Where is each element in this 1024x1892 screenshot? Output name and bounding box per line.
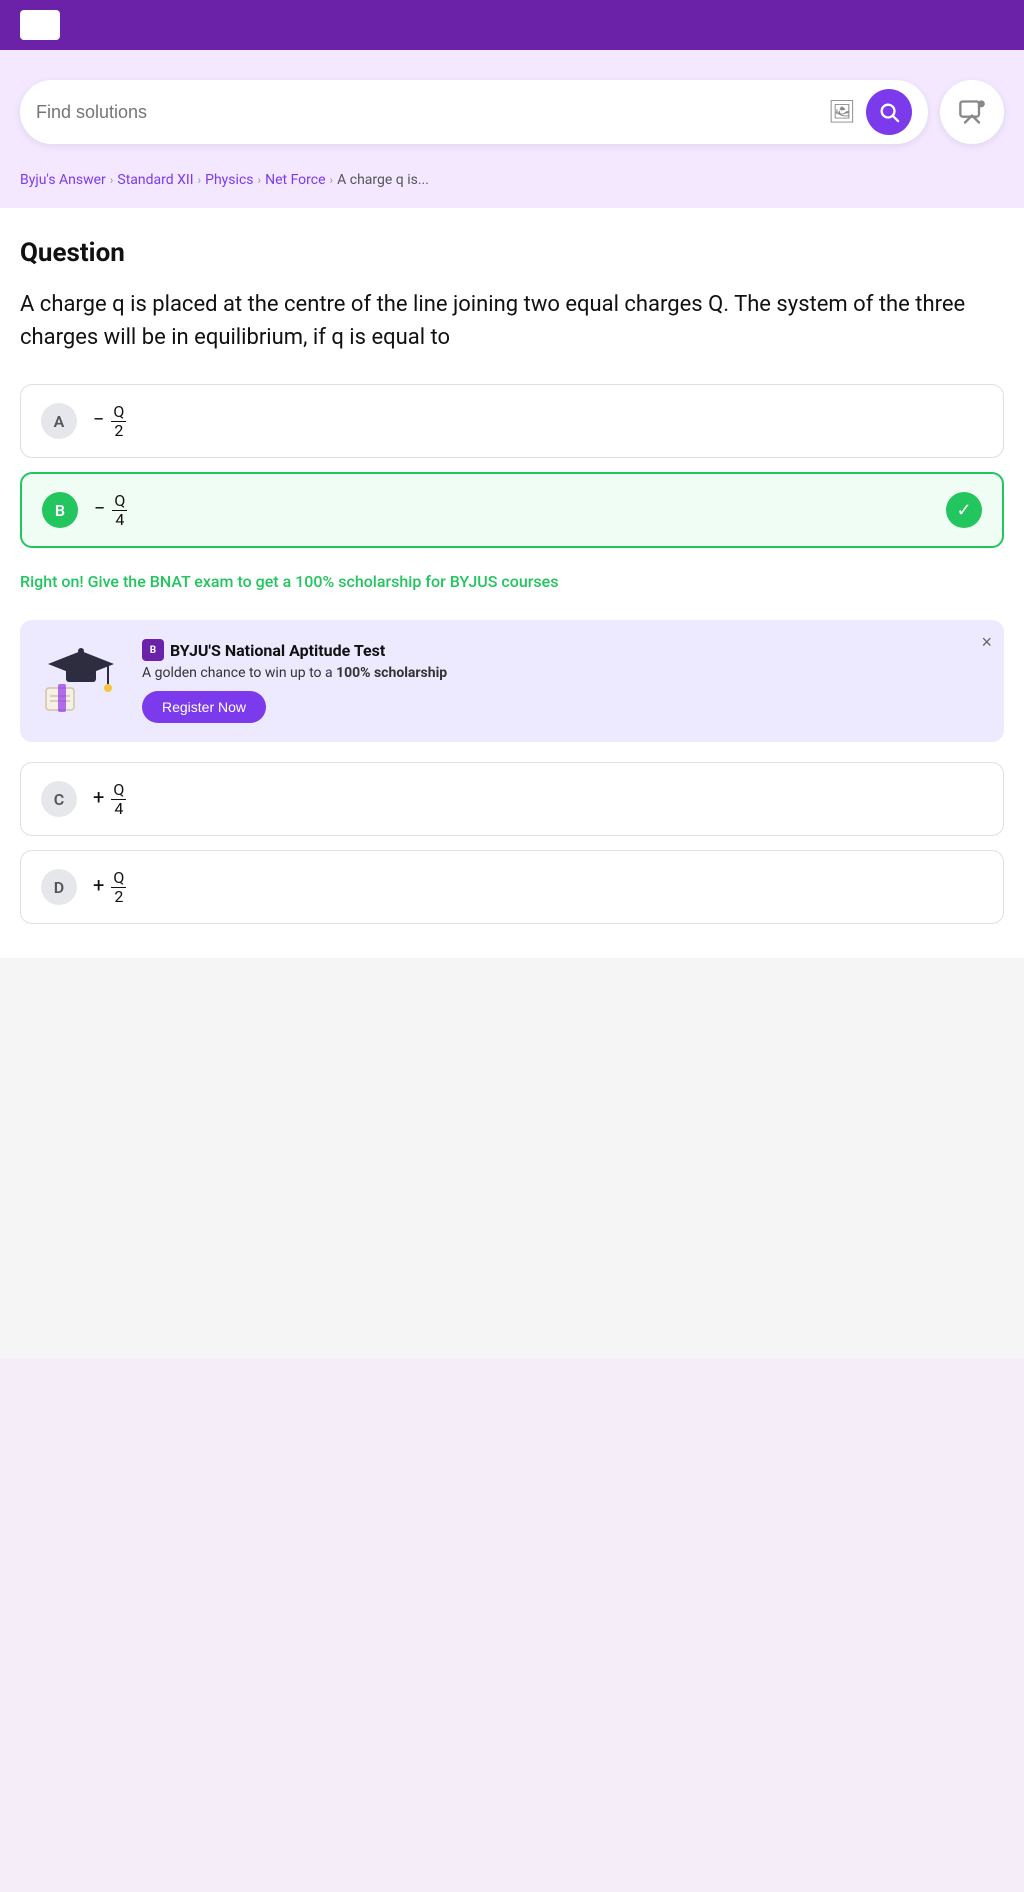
option-a[interactable]: A − Q 2 (20, 384, 1004, 458)
options-list: A − Q 2 B − Q 4 ✓ Right on! Give the (20, 384, 1004, 938)
option-c-text: + Q 4 (93, 782, 983, 817)
breadcrumb-standard[interactable]: Standard XII (117, 172, 193, 188)
main-content: Question A charge q is placed at the cen… (0, 208, 1024, 958)
option-b-badge: B (42, 492, 78, 528)
breadcrumb-netforce[interactable]: Net Force (265, 172, 325, 188)
option-d-text: + Q 2 (93, 870, 983, 905)
breadcrumb-sep-2: › (198, 173, 202, 187)
header-logo (20, 10, 60, 40)
bnat-title: B BYJU'S National Aptitude Test (142, 639, 988, 661)
search-input[interactable] (36, 102, 828, 123)
breadcrumb-sep-1: › (110, 173, 114, 187)
bnat-banner: B BYJU'S National Aptitude Test A golden… (20, 620, 1004, 742)
bnat-title-text: BYJU'S National Aptitude Test (170, 641, 385, 660)
bnat-close-button[interactable]: × (981, 632, 992, 653)
bnat-subtitle-highlight: 100% scholarship (336, 665, 447, 681)
option-d[interactable]: D + Q 2 (20, 850, 1004, 924)
option-a-text: − Q 2 (93, 404, 983, 439)
search-section: 🖼 ? (0, 50, 1024, 164)
option-b[interactable]: B − Q 4 ✓ (20, 472, 1004, 548)
search-bar: 🖼 (20, 80, 928, 144)
option-b-text: − Q 4 (94, 493, 930, 528)
breadcrumb-current: A charge q is... (337, 172, 429, 188)
option-c-badge: C (41, 781, 77, 817)
breadcrumb-sep-3: › (258, 173, 262, 187)
content-body (0, 958, 1024, 1358)
question-label: Question (20, 238, 1004, 268)
header-bar (0, 0, 1024, 50)
bnat-mascot (36, 636, 126, 726)
option-c[interactable]: C + Q 4 (20, 762, 1004, 836)
option-d-badge: D (41, 869, 77, 905)
search-button[interactable] (866, 89, 912, 135)
bnat-subtitle-prefix: A golden chance to win up to a (142, 665, 336, 681)
question-text: A charge q is placed at the centre of th… (20, 288, 1004, 354)
svg-text:?: ? (980, 102, 983, 107)
bnat-register-button[interactable]: Register Now (142, 691, 266, 723)
bnat-content: B BYJU'S National Aptitude Test A golden… (142, 639, 988, 723)
correct-check-icon: ✓ (946, 492, 982, 528)
bnat-logo-icon: B (142, 639, 164, 661)
option-a-badge: A (41, 403, 77, 439)
bnat-subtitle: A golden chance to win up to a 100% scho… (142, 665, 988, 681)
breadcrumb-physics[interactable]: Physics (205, 172, 253, 188)
help-button[interactable]: ? (940, 80, 1004, 144)
correct-answer-text: Right on! Give the BNAT exam to get a 10… (20, 562, 1004, 610)
breadcrumb: Byju's Answer › Standard XII › Physics ›… (0, 164, 1024, 208)
image-search-icon[interactable]: 🖼 (828, 100, 856, 125)
breadcrumb-sep-4: › (330, 173, 334, 187)
breadcrumb-byju[interactable]: Byju's Answer (20, 172, 106, 188)
